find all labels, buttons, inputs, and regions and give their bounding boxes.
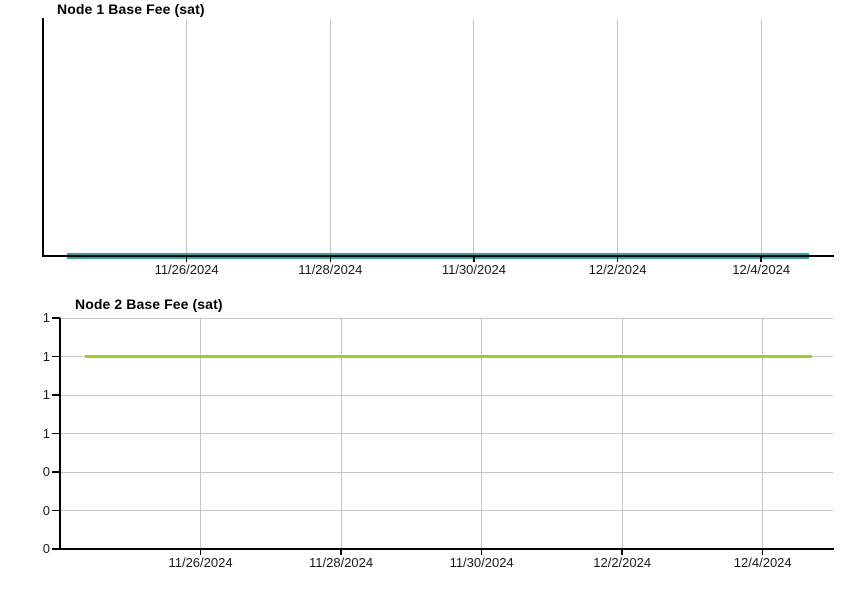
x-tick-label: 12/4/2024 xyxy=(732,262,791,277)
chart-title-node2: Node 2 Base Fee (sat) xyxy=(75,296,223,312)
x-tick-label: 11/26/2024 xyxy=(168,555,233,570)
fee-charts-page: Node 1 Base Fee (sat) 11/26/2024 11/28/20… xyxy=(0,0,860,600)
y-tick xyxy=(52,317,60,319)
y-tick-label: 1 xyxy=(42,387,50,402)
x-tick-label: 11/28/2024 xyxy=(298,262,363,277)
y-gridline xyxy=(60,433,833,434)
y-tick-label: 1 xyxy=(42,425,50,441)
y-tick xyxy=(52,355,60,358)
y-tick-label: 0 xyxy=(42,464,50,479)
x-tick-label: 11/30/2024 xyxy=(441,262,506,277)
y-tick xyxy=(52,509,60,512)
y-axis xyxy=(42,18,44,257)
x-gridline xyxy=(329,19,331,256)
x-gridline xyxy=(617,19,619,256)
y-tick-label: 1 xyxy=(42,348,50,364)
x-axis xyxy=(42,255,834,257)
y-tick xyxy=(52,471,60,473)
x-tick-label: 11/30/2024 xyxy=(449,555,514,570)
x-axis xyxy=(59,548,834,550)
y-gridline xyxy=(60,394,833,396)
x-gridline xyxy=(473,19,475,256)
y-gridline xyxy=(60,471,833,473)
x-tick-label: 11/28/2024 xyxy=(309,555,374,570)
y-tick xyxy=(52,394,60,396)
y-gridline xyxy=(60,317,833,319)
x-tick-label: 11/26/2024 xyxy=(154,262,219,277)
x-gridline xyxy=(186,19,188,256)
y-tick xyxy=(52,432,60,435)
y-tick xyxy=(52,548,60,550)
y-tick-label: 1 xyxy=(42,310,50,325)
y-gridline xyxy=(60,510,833,511)
x-tick-label: 12/2/2024 xyxy=(593,555,652,570)
y-tick-label: 0 xyxy=(42,541,50,556)
series-line-node2 xyxy=(84,355,812,358)
x-tick-label: 12/4/2024 xyxy=(733,555,792,570)
x-tick-label: 12/2/2024 xyxy=(588,262,647,277)
chart-title-node1: Node 1 Base Fee (sat) xyxy=(57,1,205,17)
y-tick-label: 0 xyxy=(42,502,50,518)
x-gridline xyxy=(760,19,762,256)
